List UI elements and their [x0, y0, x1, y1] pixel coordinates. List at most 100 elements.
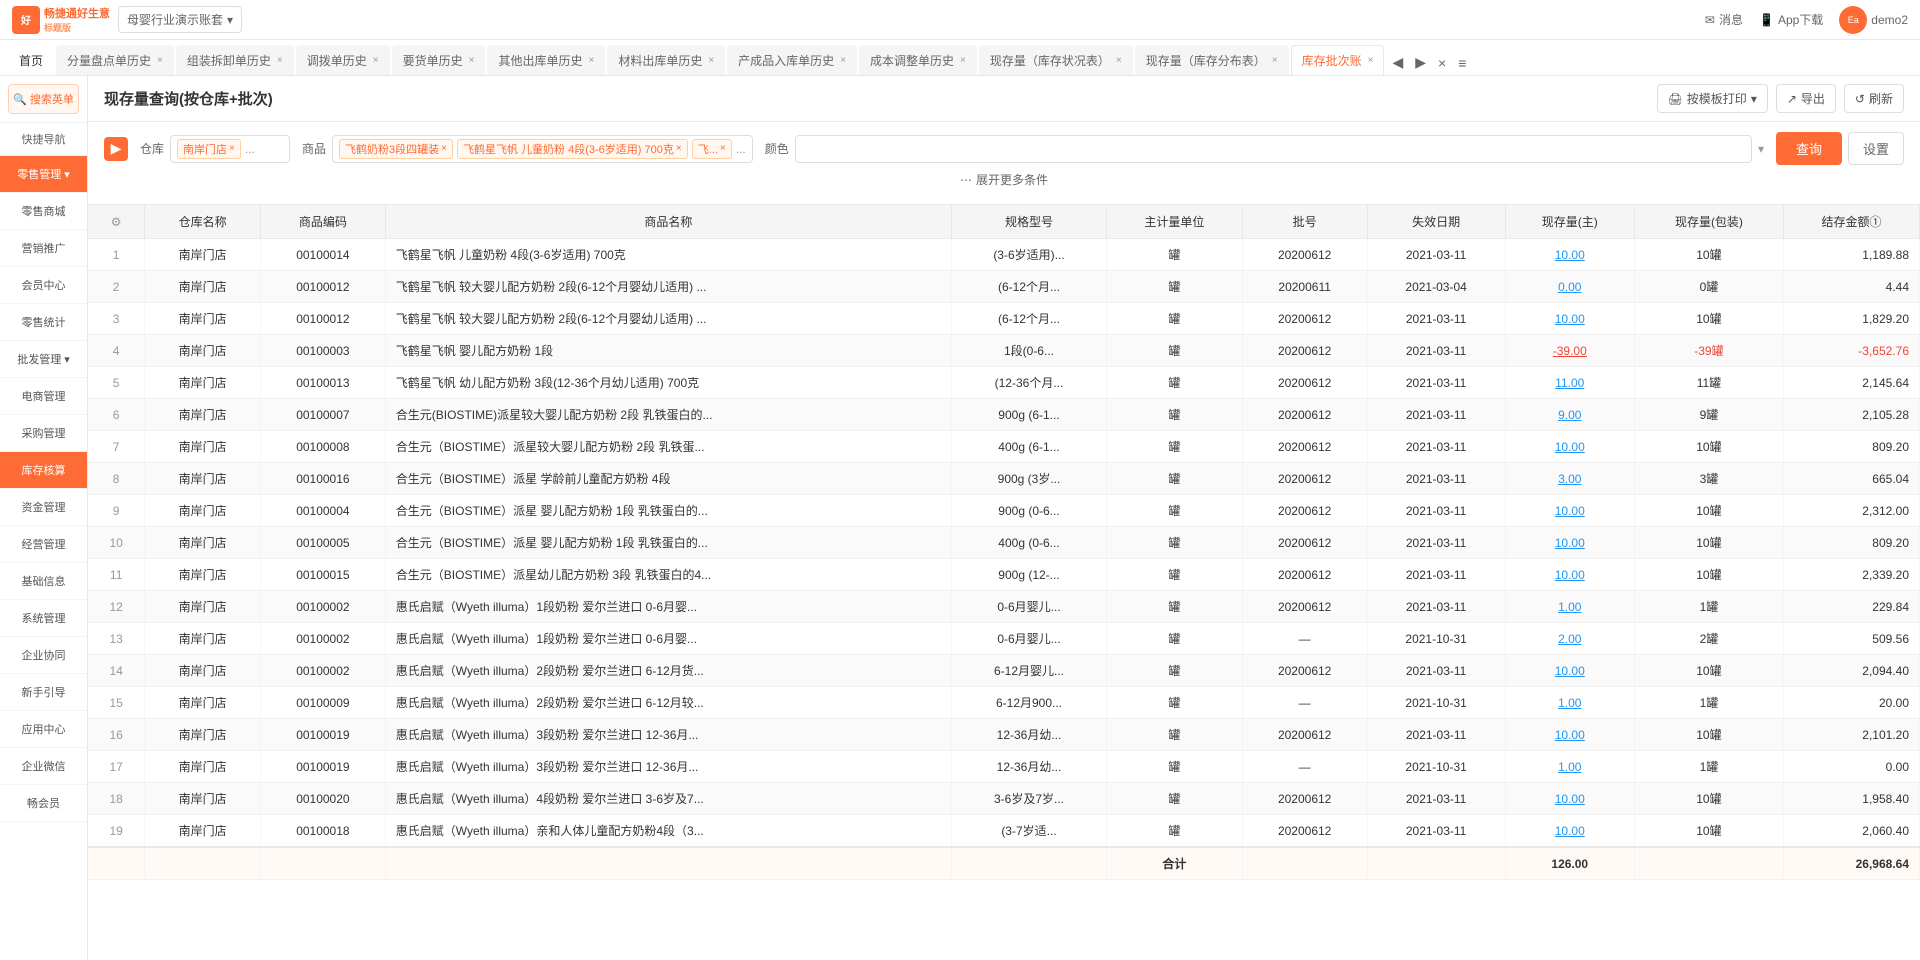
cell-batch: 20200612: [1242, 495, 1367, 527]
cell-stock-main[interactable]: 2.00: [1505, 623, 1634, 655]
tab-close-icon[interactable]: ×: [1272, 55, 1278, 66]
product-filter-more[interactable]: ...: [736, 142, 746, 156]
cell-stock-main[interactable]: 1.00: [1505, 687, 1634, 719]
warehouse-tag-close[interactable]: ×: [229, 143, 235, 154]
tab-chenben[interactable]: 成本调整单历史 ×: [859, 45, 977, 75]
cell-spec: (12-36个月...: [952, 367, 1107, 399]
sidebar-item-retail-mall[interactable]: 零售商城: [0, 193, 87, 230]
cell-stock-main[interactable]: 10.00: [1505, 783, 1634, 815]
tab-close-icon[interactable]: ×: [588, 55, 594, 66]
cell-name: 合生元(BIOSTIME)派星较大婴儿配方奶粉 2段 乳铁蛋白的...: [385, 399, 951, 431]
tab-close-icon[interactable]: ×: [1368, 55, 1374, 66]
tab-cailiaochuku[interactable]: 材料出库单历史 ×: [607, 45, 725, 75]
sidebar-item-basics[interactable]: 基础信息: [0, 563, 87, 600]
export-btn[interactable]: ↗ 导出: [1776, 84, 1836, 113]
sidebar-item-ecommerce[interactable]: 电商管理: [0, 378, 87, 415]
color-filter-input[interactable]: [795, 135, 1752, 163]
store-selector[interactable]: 母婴行业演示账套 ▾: [118, 6, 242, 33]
tab-fenliangpandian[interactable]: 分量盘点单历史 ×: [56, 45, 174, 75]
sidebar-item-marketing[interactable]: 营销推广: [0, 230, 87, 267]
tab-close-icon[interactable]: ×: [840, 55, 846, 66]
tab-prev-btn[interactable]: ◀: [1386, 50, 1409, 75]
cell-stock-main[interactable]: 10.00: [1505, 431, 1634, 463]
app-download-btn[interactable]: 📱 App下载: [1759, 11, 1823, 28]
warehouse-filter-more[interactable]: ...: [245, 142, 255, 156]
sidebar-item-retail-stats[interactable]: 零售统计: [0, 304, 87, 341]
warehouse-tags[interactable]: 南岸门店 × ...: [170, 135, 290, 163]
sidebar-item-finance[interactable]: 资金管理: [0, 489, 87, 526]
tab-close-icon[interactable]: ×: [1116, 55, 1122, 66]
query-btn[interactable]: 查询: [1776, 132, 1842, 165]
sidebar-item-members[interactable]: 会员中心: [0, 267, 87, 304]
tab-home[interactable]: 首页: [8, 45, 54, 75]
cell-stock-main[interactable]: 10.00: [1505, 559, 1634, 591]
tab-zuzhangchaichao[interactable]: 组装拆卸单历史 ×: [176, 45, 294, 75]
tab-qitachuku[interactable]: 其他出库单历史 ×: [487, 45, 605, 75]
settings-btn[interactable]: 设置: [1848, 132, 1904, 165]
sidebar-item-operations[interactable]: 经营管理: [0, 526, 87, 563]
row-number: 4: [88, 335, 145, 367]
sidebar-item-label: 畅会员: [27, 798, 60, 810]
search-menu-btn[interactable]: 🔍 搜索英单: [8, 84, 79, 114]
tab-close-icon[interactable]: ×: [157, 55, 163, 66]
cell-stock-main[interactable]: 9.00: [1505, 399, 1634, 431]
cell-stock-main[interactable]: 11.00: [1505, 367, 1634, 399]
sidebar-item-guide[interactable]: 新手引导: [0, 674, 87, 711]
settings-col-icon[interactable]: ⚙: [111, 215, 122, 229]
app-name: 畅捷通好生意: [44, 5, 110, 21]
user-area[interactable]: Ea demo2: [1839, 6, 1908, 34]
sidebar-item-changhui[interactable]: 畅会员: [0, 785, 87, 822]
sidebar-item-inventory[interactable]: 库存核算: [0, 452, 87, 489]
cell-stock-main[interactable]: 1.00: [1505, 591, 1634, 623]
tab-xiancunliang1[interactable]: 现存量（库存状况表） ×: [979, 45, 1133, 75]
tab-diaobodanlijshii[interactable]: 调拨单历史 ×: [296, 45, 390, 75]
product-tag-close-1[interactable]: ×: [441, 143, 447, 154]
template-print-btn[interactable]: 🖨 按模板打印 ▾: [1657, 84, 1768, 113]
cell-stock-main[interactable]: 10.00: [1505, 655, 1634, 687]
filter-collapse-btn[interactable]: ▶: [104, 137, 128, 161]
sidebar-item-system[interactable]: 系统管理: [0, 600, 87, 637]
cell-warehouse: 南岸门店: [145, 527, 261, 559]
sidebar-item-retail-management[interactable]: 零售管理 ▾: [0, 156, 87, 193]
tab-close-all-btn[interactable]: ×: [1432, 51, 1452, 75]
sidebar-item-purchase[interactable]: 采购管理: [0, 415, 87, 452]
sidebar-item-enterprise[interactable]: 企业协同: [0, 637, 87, 674]
cell-stock-main[interactable]: 0.00: [1505, 271, 1634, 303]
tab-close-icon[interactable]: ×: [277, 55, 283, 66]
cell-unit: 罐: [1106, 431, 1242, 463]
table-container: ⚙ 仓库名称 商品编码 商品名称 规格型号 主计量单位 批号 失效日期 现存量(…: [88, 205, 1920, 960]
tab-close-icon[interactable]: ×: [469, 55, 475, 66]
product-tags[interactable]: 飞鹤奶粉3段四罐装 × 飞鹤星飞帆 儿童奶粉 4段(3-6岁适用) 700克 ×…: [332, 135, 753, 163]
tab-chanpinruku[interactable]: 产成品入库单历史 ×: [727, 45, 857, 75]
cell-stock-main[interactable]: 10.00: [1505, 719, 1634, 751]
sidebar-quick[interactable]: 快捷导航: [0, 123, 87, 156]
tab-close-icon[interactable]: ×: [960, 55, 966, 66]
product-tag-close-3[interactable]: ×: [720, 143, 726, 154]
color-filter-arrow[interactable]: ▾: [1758, 142, 1764, 156]
cell-stock-main[interactable]: 10.00: [1505, 815, 1634, 848]
tab-next-btn[interactable]: ▶: [1409, 50, 1432, 75]
cell-warehouse: 南岸门店: [145, 367, 261, 399]
product-tag-close-2[interactable]: ×: [676, 143, 682, 154]
cell-stock-main[interactable]: 10.00: [1505, 303, 1634, 335]
col-settings[interactable]: ⚙: [88, 205, 145, 239]
cell-stock-main[interactable]: 10.00: [1505, 527, 1634, 559]
cell-stock-main[interactable]: 1.00: [1505, 751, 1634, 783]
tab-close-icon[interactable]: ×: [373, 55, 379, 66]
cell-stock-main[interactable]: 10.00: [1505, 239, 1634, 271]
cell-stock-main[interactable]: 3.00: [1505, 463, 1634, 495]
tab-menu-btn[interactable]: ≡: [1452, 51, 1472, 75]
sidebar-item-wholesale[interactable]: 批发管理 ▾: [0, 341, 87, 378]
cell-stock-main[interactable]: 10.00: [1505, 495, 1634, 527]
expand-more-conditions-btn[interactable]: ⋯ 展开更多条件: [104, 165, 1904, 194]
message-btn[interactable]: ✉ 消息: [1705, 11, 1743, 28]
cell-stock-main[interactable]: -39.00: [1505, 335, 1634, 367]
refresh-btn[interactable]: ↺ 刷新: [1844, 84, 1904, 113]
tab-xiancunliang2[interactable]: 现存量（库存分布表） ×: [1135, 45, 1289, 75]
sidebar-item-apps[interactable]: 应用中心: [0, 711, 87, 748]
tab-yaohuo[interactable]: 要货单历史 ×: [392, 45, 486, 75]
cell-warehouse: 南岸门店: [145, 239, 261, 271]
tab-kucunpici[interactable]: 库存批次账 ×: [1291, 45, 1385, 76]
tab-close-icon[interactable]: ×: [708, 55, 714, 66]
sidebar-item-wechat[interactable]: 企业微信: [0, 748, 87, 785]
